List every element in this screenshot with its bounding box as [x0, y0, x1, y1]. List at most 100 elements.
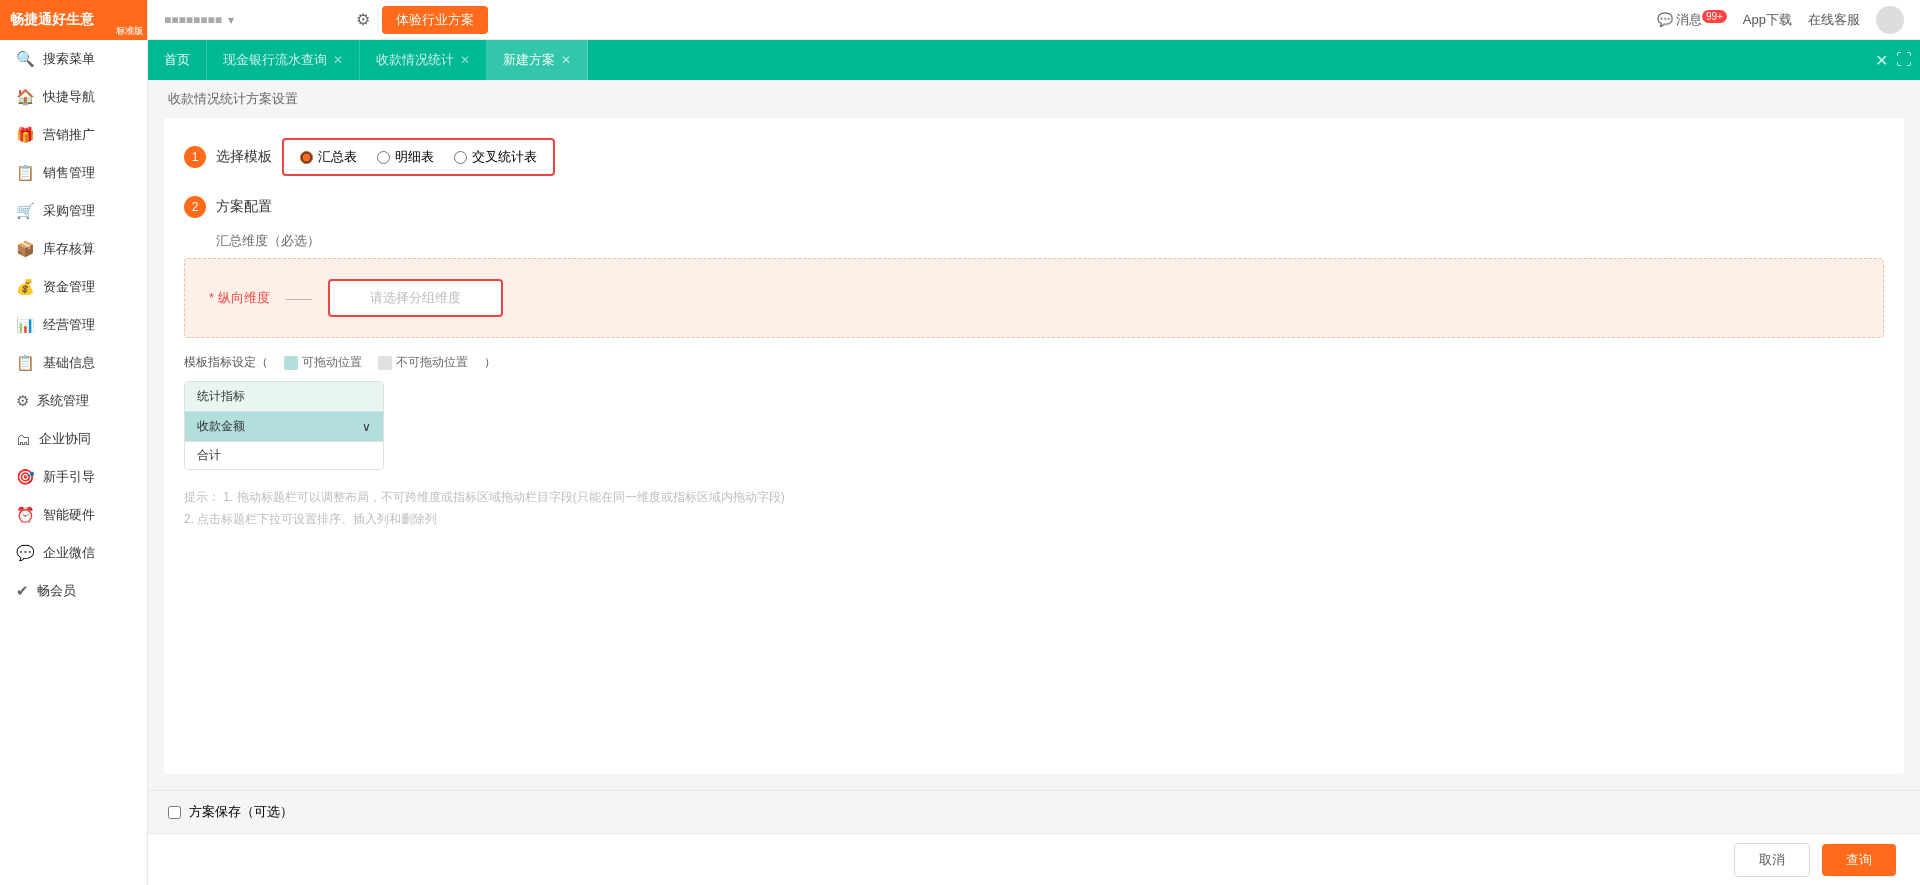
- tab-home[interactable]: 首页: [148, 40, 207, 80]
- expand-icon[interactable]: ⛶: [1896, 51, 1912, 69]
- close-new-plan-tab[interactable]: ✕: [561, 53, 571, 67]
- notice-area[interactable]: 💬 消息 99+: [1657, 11, 1727, 29]
- sidebar-item-label: 搜索菜单: [43, 50, 95, 68]
- close-receipt-tab[interactable]: ✕: [460, 53, 470, 67]
- sidebar-item-search[interactable]: 🔍 搜索菜单: [0, 40, 147, 78]
- collab-icon: 🗂: [16, 431, 31, 448]
- metrics-hint-label: 模板指标设定（: [184, 354, 268, 371]
- radio-cross-input[interactable]: [454, 151, 467, 164]
- sidebar-item-label: 系统管理: [37, 392, 89, 410]
- metrics-row-amount[interactable]: 收款金额 ∨: [185, 412, 383, 441]
- metrics-legend: 模板指标设定（ 可拖动位置 不可拖动位置 ）: [184, 354, 1884, 371]
- legend-draggable: 可拖动位置: [284, 354, 362, 371]
- sidebar-item-hardware[interactable]: ⏰ 智能硬件: [0, 496, 147, 534]
- sidebar-item-collab[interactable]: 🗂 企业协同: [0, 420, 147, 458]
- radio-detail[interactable]: 明细表: [377, 148, 434, 166]
- sidebar-item-wechat[interactable]: 💬 企业微信: [0, 534, 147, 572]
- tab-receipt[interactable]: 收款情况统计 ✕: [360, 40, 487, 80]
- sidebar-item-label: 经营管理: [43, 316, 95, 334]
- legend-drag-label: 可拖动位置: [302, 354, 362, 371]
- tab-right-btns: ✕ ⛶: [1875, 51, 1920, 70]
- sidebar-item-basics[interactable]: 📋 基础信息: [0, 344, 147, 382]
- sidebar-item-label: 销售管理: [43, 164, 95, 182]
- sidebar-item-system[interactable]: ⚙ 系统管理: [0, 382, 147, 420]
- sidebar-item-guide[interactable]: 🎯 新手引导: [0, 458, 147, 496]
- sidebar-item-sales[interactable]: 📋 销售管理: [0, 154, 147, 192]
- radio-summary[interactable]: 汇总表: [300, 148, 357, 166]
- step2-header: 2 方案配置: [184, 196, 1884, 218]
- save-checkbox[interactable]: [168, 806, 181, 819]
- radio-summary-input[interactable]: [300, 151, 313, 164]
- content-area: 收款情况统计方案设置 1 选择模板 汇总表 明细表: [148, 80, 1920, 833]
- step1-number: 1: [184, 146, 206, 168]
- operations-icon: 📊: [16, 316, 35, 334]
- inventory-icon: 📦: [16, 240, 35, 258]
- notice-badge: 99+: [1702, 10, 1727, 23]
- save-label: 方案保存（可选）: [189, 803, 293, 821]
- radio-cross[interactable]: 交叉统计表: [454, 148, 537, 166]
- tab-receipt-label: 收款情况统计: [376, 51, 454, 69]
- tab-cashflow-label: 现金银行流水查询: [223, 51, 327, 69]
- sidebar-item-label: 快捷导航: [43, 88, 95, 106]
- legend-close-paren: ）: [484, 354, 496, 371]
- radio-cross-label: 交叉统计表: [472, 148, 537, 166]
- dropdown-icon[interactable]: ∨: [362, 420, 371, 434]
- nodrag-indicator: [378, 356, 392, 370]
- radio-detail-input[interactable]: [377, 151, 390, 164]
- sidebar-item-purchase[interactable]: 🛒 采购管理: [0, 192, 147, 230]
- wechat-icon: 💬: [16, 544, 35, 562]
- sidebar-item-member[interactable]: ✔ 畅会员: [0, 572, 147, 610]
- sidebar-item-label: 采购管理: [43, 202, 95, 220]
- sidebar-item-inventory[interactable]: 📦 库存核算: [0, 230, 147, 268]
- tab-bar: 首页 现金银行流水查询 ✕ 收款情况统计 ✕ 新建方案 ✕ ✕ ⛶: [148, 40, 1920, 80]
- sidebar-item-label: 资金管理: [43, 278, 95, 296]
- footer-bar: 取消 查询: [148, 833, 1920, 885]
- close-icon[interactable]: ✕: [1875, 51, 1888, 70]
- step1-header: 1 选择模板 汇总表 明细表 交叉统计表: [184, 138, 1884, 176]
- hint-area: 提示： 1. 拖动标题栏可以调整布局，不可跨维度或指标区域拖动栏目字段(只能在同…: [184, 487, 1884, 530]
- sidebar-item-label: 基础信息: [43, 354, 95, 372]
- template-select-box: 汇总表 明细表 交叉统计表: [282, 138, 555, 176]
- sidebar-logo: 畅捷通好生意 标准版: [0, 0, 147, 40]
- sidebar-item-label: 智能硬件: [43, 506, 95, 524]
- sidebar-item-operations[interactable]: 📊 经营管理: [0, 306, 147, 344]
- step2-section: 2 方案配置 汇总维度（必选） * 纵向维度 —— 请选择分组维度: [184, 196, 1884, 530]
- sidebar-item-label: 企业协同: [39, 430, 91, 448]
- breadcrumb-area: ■■■■■■■■ ▾: [164, 13, 344, 27]
- settings-icon[interactable]: ⚙: [356, 10, 370, 29]
- sidebar-item-finance[interactable]: 💰 资金管理: [0, 268, 147, 306]
- metrics-sub-label: 合计: [197, 448, 221, 462]
- tab-new-plan-label: 新建方案: [503, 51, 555, 69]
- home-icon: 🏠: [16, 88, 35, 106]
- tab-cashflow[interactable]: 现金银行流水查询 ✕: [207, 40, 360, 80]
- trial-button[interactable]: 体验行业方案: [382, 6, 488, 34]
- sidebar-item-marketing[interactable]: 🎁 营销推广: [0, 116, 147, 154]
- online-service[interactable]: 在线客服: [1808, 11, 1860, 29]
- sidebar-item-label: 营销推广: [43, 126, 95, 144]
- dimension-area: * 纵向维度 —— 请选择分组维度: [184, 258, 1884, 338]
- member-icon: ✔: [16, 582, 29, 600]
- query-button[interactable]: 查询: [1822, 844, 1896, 876]
- app-download[interactable]: App下载: [1743, 11, 1792, 29]
- notice-label: 消息: [1676, 12, 1702, 27]
- chevron-down-icon[interactable]: ▾: [228, 13, 234, 27]
- radio-detail-label: 明细表: [395, 148, 434, 166]
- dimension-placeholder[interactable]: 请选择分组维度: [328, 279, 503, 317]
- tab-new-plan[interactable]: 新建方案 ✕: [487, 40, 588, 80]
- legend-nodrag-label: 不可拖动位置: [396, 354, 468, 371]
- sidebar-item-nav[interactable]: 🏠 快捷导航: [0, 78, 147, 116]
- arrow: ——: [286, 291, 312, 306]
- form-panel: 1 选择模板 汇总表 明细表 交叉统计表: [164, 118, 1904, 774]
- step2-title: 方案配置: [216, 198, 272, 216]
- metrics-table-header: 统计指标: [185, 382, 383, 412]
- version-tag: 标准版: [116, 25, 143, 38]
- step2-number: 2: [184, 196, 206, 218]
- search-icon: 🔍: [16, 50, 35, 68]
- tab-home-label: 首页: [164, 51, 190, 69]
- close-cashflow-tab[interactable]: ✕: [333, 53, 343, 67]
- user-avatar[interactable]: [1876, 6, 1904, 34]
- step1-title: 选择模板: [216, 148, 272, 166]
- gift-icon: 🎁: [16, 126, 35, 144]
- cancel-button[interactable]: 取消: [1734, 843, 1810, 877]
- sidebar: 畅捷通好生意 标准版 🔍 搜索菜单 🏠 快捷导航 🎁 营销推广 📋 销售管理 🛒…: [0, 0, 148, 885]
